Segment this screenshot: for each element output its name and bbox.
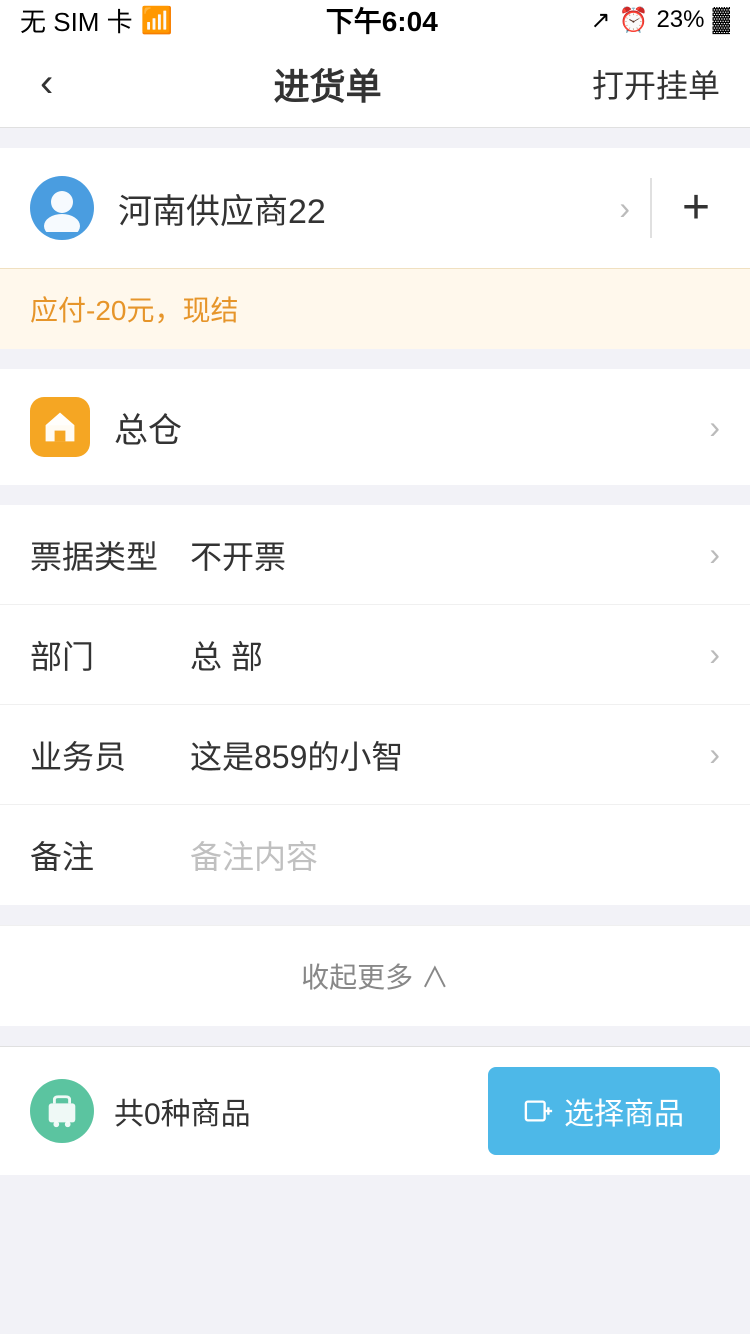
warehouse-row[interactable]: 总仓 ›: [0, 369, 750, 485]
wifi-icon: 📶: [141, 5, 173, 36]
add-button[interactable]: +: [672, 184, 720, 232]
supplier-name: 河南供应商22: [118, 184, 619, 233]
bottom-bar: 共0种商品 选择商品: [0, 1046, 750, 1175]
remark-input[interactable]: 备注内容: [170, 832, 720, 878]
dept-value: 总 部: [170, 632, 709, 678]
select-product-label: 选择商品: [564, 1089, 684, 1133]
invoice-value: 不开票: [170, 532, 709, 578]
status-left: 无 SIM 卡 📶: [20, 2, 173, 39]
user-icon: [38, 184, 86, 232]
warehouse-section: 总仓 ›: [0, 369, 750, 485]
sales-row[interactable]: 业务员 这是859的小智 ›: [0, 705, 750, 805]
product-count: 共0种商品: [114, 1089, 488, 1133]
remark-label: 备注: [30, 832, 170, 878]
battery-icon: ▓: [712, 6, 730, 34]
sales-value: 这是859的小智: [170, 732, 709, 778]
select-product-button[interactable]: 选择商品: [488, 1067, 720, 1155]
nav-bar: ‹ 进货单 打开挂单: [0, 40, 750, 128]
product-icon: [30, 1079, 94, 1143]
dept-chevron-icon: ›: [709, 636, 720, 673]
invoice-label: 票据类型: [30, 532, 170, 578]
invoice-row[interactable]: 票据类型 不开票 ›: [0, 505, 750, 605]
supplier-chevron-icon: ›: [619, 190, 630, 227]
status-time: 下午6:04: [326, 0, 438, 40]
supplier-section: 河南供应商22 › + 应付-20元，现结: [0, 148, 750, 349]
warehouse-chevron-icon: ›: [709, 409, 720, 446]
back-button[interactable]: ‹: [30, 51, 63, 116]
dept-label: 部门: [30, 632, 170, 678]
select-product-icon: [524, 1096, 554, 1126]
collapse-row[interactable]: 收起更多 ∧: [0, 925, 750, 1026]
page-title: 进货单: [274, 58, 382, 110]
notice-text: 应付-20元，现结: [30, 295, 238, 326]
supplier-row[interactable]: 河南供应商22 › +: [0, 148, 750, 268]
sales-label: 业务员: [30, 732, 170, 778]
status-right: ↗ ⏰ 23% ▓: [590, 6, 730, 35]
main-content: 河南供应商22 › + 应付-20元，现结 总仓 › 票据类型: [0, 128, 750, 1334]
open-pending-button[interactable]: 打开挂单: [592, 61, 720, 107]
remark-row[interactable]: 备注 备注内容: [0, 805, 750, 905]
cart-icon: [43, 1092, 81, 1130]
supplier-divider: [650, 178, 652, 238]
dept-row[interactable]: 部门 总 部 ›: [0, 605, 750, 705]
collapse-label: 收起更多 ∧: [301, 962, 449, 993]
sales-chevron-icon: ›: [709, 736, 720, 773]
warehouse-name: 总仓: [114, 403, 709, 452]
location-icon: ↗: [590, 6, 610, 35]
section-gap-1: [0, 128, 750, 148]
home-icon: [42, 409, 78, 445]
form-section: 票据类型 不开票 › 部门 总 部 › 业务员 这是859的小智 › 备注 备注…: [0, 505, 750, 905]
notice-row: 应付-20元，现结: [0, 268, 750, 349]
alarm-icon: ⏰: [619, 6, 649, 35]
invoice-chevron-icon: ›: [709, 536, 720, 573]
carrier-text: 无 SIM 卡: [20, 2, 133, 39]
status-bar: 无 SIM 卡 📶 下午6:04 ↗ ⏰ 23% ▓: [0, 0, 750, 40]
warehouse-icon: [30, 397, 90, 457]
battery-text: 23%: [656, 6, 704, 34]
supplier-avatar: [30, 176, 94, 240]
